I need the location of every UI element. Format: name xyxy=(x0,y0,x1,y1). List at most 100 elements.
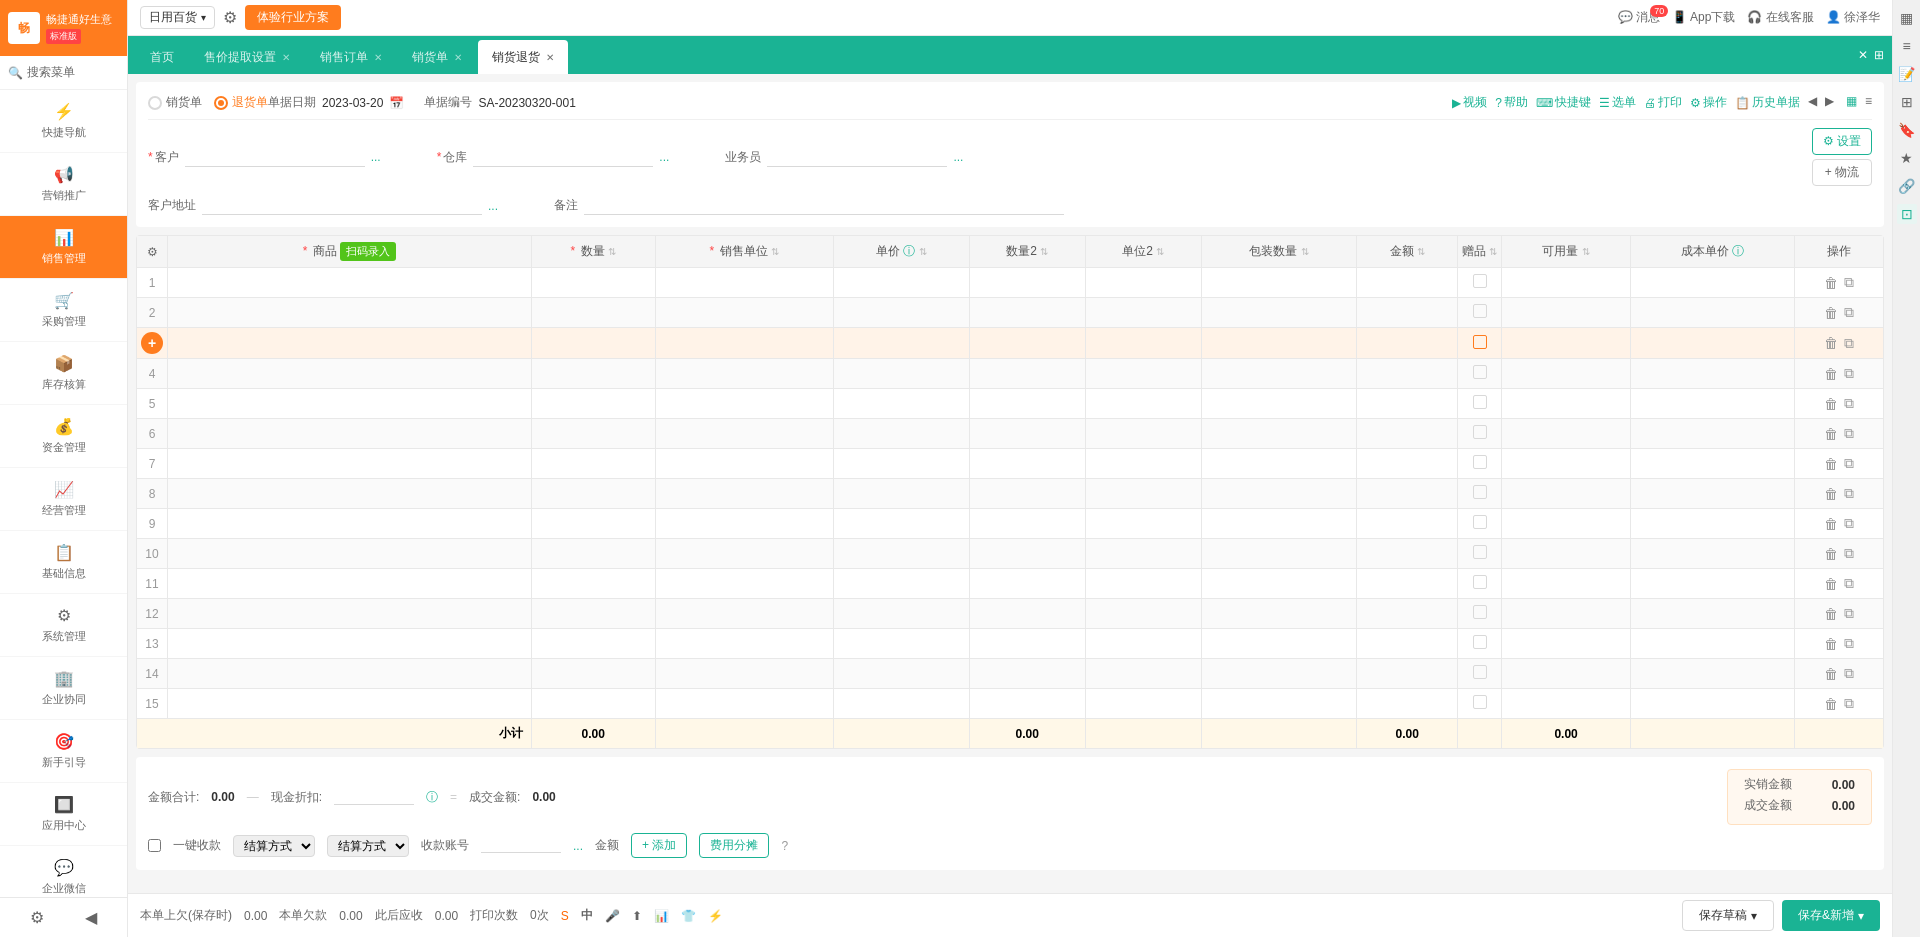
gift-checkbox-12[interactable] xyxy=(1473,605,1487,619)
one-click-payment-checkbox[interactable] xyxy=(148,839,161,852)
copy-row-icon-5[interactable]: ⧉ xyxy=(1844,395,1854,412)
quantity-sort-icon[interactable]: ⇅ xyxy=(608,246,616,257)
gift-checkbox-8[interactable] xyxy=(1473,485,1487,499)
customer-input[interactable] xyxy=(185,148,365,167)
sidebar-item-system[interactable]: ⚙ 系统管理 xyxy=(0,594,127,657)
tab-sales-delivery[interactable]: 销货单 ✕ xyxy=(398,40,476,74)
tab-sales-order[interactable]: 销售订单 ✕ xyxy=(306,40,396,74)
discount-input[interactable] xyxy=(334,790,414,805)
tab-close-price-setting[interactable]: ✕ xyxy=(282,52,290,63)
copy-row-icon-4[interactable]: ⧉ xyxy=(1844,365,1854,382)
delete-row-icon-1[interactable]: 🗑 xyxy=(1824,275,1838,291)
tab-home[interactable]: 首页 xyxy=(136,40,188,74)
gift-checkbox-3[interactable] xyxy=(1473,335,1487,349)
add-row-btn[interactable]: + xyxy=(141,332,163,354)
sidebar-item-search[interactable]: 🔍 搜索菜单 xyxy=(0,56,127,90)
copy-row-icon-11[interactable]: ⧉ xyxy=(1844,575,1854,592)
delete-row-icon-12[interactable]: 🗑 xyxy=(1824,606,1838,622)
copy-row-icon-13[interactable]: ⧉ xyxy=(1844,635,1854,652)
product-input-3[interactable] xyxy=(172,336,527,350)
delete-row-icon-6[interactable]: 🗑 xyxy=(1824,426,1838,442)
scan-input-btn[interactable]: 扫码录入 xyxy=(340,242,396,261)
grid-view-icon[interactable]: ▦ xyxy=(1846,94,1857,111)
unit-price-info-icon[interactable]: ⓘ xyxy=(903,244,915,258)
gift-checkbox-13[interactable] xyxy=(1473,635,1487,649)
rp-icon-6[interactable]: ★ xyxy=(1897,148,1917,168)
rp-icon-8[interactable]: ⊡ xyxy=(1897,204,1917,224)
add-payment-btn[interactable]: + 添加 xyxy=(631,833,687,858)
salesperson-select-btn[interactable]: ... xyxy=(953,150,963,164)
delete-row-icon-15[interactable]: 🗑 xyxy=(1824,696,1838,712)
account-input[interactable] xyxy=(481,838,561,853)
rp-icon-5[interactable]: 🔖 xyxy=(1897,120,1917,140)
operate-link[interactable]: ⚙ 操作 xyxy=(1690,94,1727,111)
cost-price-info-icon[interactable]: ⓘ xyxy=(1732,244,1744,258)
amount-sort-icon[interactable]: ⇅ xyxy=(1417,246,1425,257)
address-input[interactable] xyxy=(202,196,482,215)
sales-unit-sort-icon[interactable]: ⇅ xyxy=(771,246,779,257)
save-new-btn[interactable]: 保存&新增 ▾ xyxy=(1782,900,1880,931)
customer-select-btn[interactable]: ... xyxy=(371,150,381,164)
app-download-btn[interactable]: 📱 App下载 xyxy=(1672,9,1735,26)
gift-checkbox-10[interactable] xyxy=(1473,545,1487,559)
nav-next-icon[interactable]: ▶ xyxy=(1825,94,1834,111)
list-view-icon[interactable]: ≡ xyxy=(1865,94,1872,111)
sidebar-item-marketing[interactable]: 📢 营销推广 xyxy=(0,153,127,216)
delete-row-icon-9[interactable]: 🗑 xyxy=(1824,516,1838,532)
delete-row-icon-11[interactable]: 🗑 xyxy=(1824,576,1838,592)
copy-row-icon-9[interactable]: ⧉ xyxy=(1844,515,1854,532)
delete-row-icon-3[interactable]: 🗑 xyxy=(1824,335,1838,351)
gift-sort-icon[interactable]: ⇅ xyxy=(1489,246,1497,257)
sidebar-item-basic[interactable]: 📋 基础信息 xyxy=(0,531,127,594)
tab-expand-btn[interactable]: ⊞ xyxy=(1874,48,1884,62)
rp-icon-1[interactable]: ▦ xyxy=(1897,8,1917,28)
rp-icon-2[interactable]: ≡ xyxy=(1897,36,1917,56)
collapse-icon[interactable]: ◀ xyxy=(85,908,97,927)
tab-close-sales-return[interactable]: ✕ xyxy=(546,52,554,63)
tab-close-sales-order[interactable]: ✕ xyxy=(374,52,382,63)
message-btn[interactable]: 💬 消息 70 xyxy=(1618,9,1660,26)
rp-icon-3[interactable]: 📝 xyxy=(1897,64,1917,84)
settings-icon[interactable]: ⚙ xyxy=(30,908,44,927)
remark-input[interactable] xyxy=(584,196,1064,215)
unit2-sort-icon[interactable]: ⇅ xyxy=(1156,246,1164,257)
calendar-icon[interactable]: 📅 xyxy=(389,96,404,110)
copy-row-icon-12[interactable]: ⧉ xyxy=(1844,605,1854,622)
nav-prev-icon[interactable]: ◀ xyxy=(1808,94,1817,111)
radio-return[interactable]: 退货单 xyxy=(214,94,268,111)
delete-row-icon-10[interactable]: 🗑 xyxy=(1824,546,1838,562)
radio-sales[interactable]: 销货单 xyxy=(148,94,202,111)
logistics-btn[interactable]: + 物流 xyxy=(1812,159,1872,186)
gift-checkbox-1[interactable] xyxy=(1473,274,1487,288)
calc-method-select[interactable]: 结算方式 xyxy=(327,835,409,857)
settlement-select[interactable]: 结算方式 xyxy=(233,835,315,857)
sidebar-item-operations[interactable]: 📈 经营管理 xyxy=(0,468,127,531)
copy-row-icon-14[interactable]: ⧉ xyxy=(1844,665,1854,682)
help-link[interactable]: ? 帮助 xyxy=(1495,94,1528,111)
gift-checkbox-5[interactable] xyxy=(1473,395,1487,409)
sidebar-item-inventory[interactable]: 📦 库存核算 xyxy=(0,342,127,405)
copy-row-icon-3[interactable]: ⧉ xyxy=(1844,335,1854,352)
sidebar-item-finance[interactable]: 💰 资金管理 xyxy=(0,405,127,468)
online-service-btn[interactable]: 🎧 在线客服 xyxy=(1747,9,1813,26)
salesperson-input[interactable] xyxy=(767,148,947,167)
sidebar-item-shortcut[interactable]: ⚡ 快捷导航 xyxy=(0,90,127,153)
settings-btn[interactable]: ⚙ 设置 xyxy=(1812,128,1872,155)
shortcut-link[interactable]: ⌨ 快捷键 xyxy=(1536,94,1591,111)
delete-row-icon-2[interactable]: 🗑 xyxy=(1824,305,1838,321)
quantity2-sort-icon[interactable]: ⇅ xyxy=(1040,246,1048,257)
delete-row-icon-4[interactable]: 🗑 xyxy=(1824,366,1838,382)
warehouse-input[interactable]: 总仓 xyxy=(473,148,653,167)
print-link[interactable]: 🖨 打印 xyxy=(1644,94,1682,111)
rp-icon-7[interactable]: 🔗 xyxy=(1897,176,1917,196)
save-draft-btn[interactable]: 保存草稿 ▾ xyxy=(1682,900,1774,931)
delete-row-icon-5[interactable]: 🗑 xyxy=(1824,396,1838,412)
sidebar-item-wechat[interactable]: 💬 企业微信 xyxy=(0,846,127,897)
delete-row-icon-7[interactable]: 🗑 xyxy=(1824,456,1838,472)
fee-split-btn[interactable]: 费用分摊 xyxy=(699,833,769,858)
tab-price-setting[interactable]: 售价提取设置 ✕ xyxy=(190,40,304,74)
tab-close-sales-delivery[interactable]: ✕ xyxy=(454,52,462,63)
sidebar-item-appstore[interactable]: 🔲 应用中心 xyxy=(0,783,127,846)
fee-info-icon[interactable]: ? xyxy=(781,839,788,853)
gift-checkbox-9[interactable] xyxy=(1473,515,1487,529)
